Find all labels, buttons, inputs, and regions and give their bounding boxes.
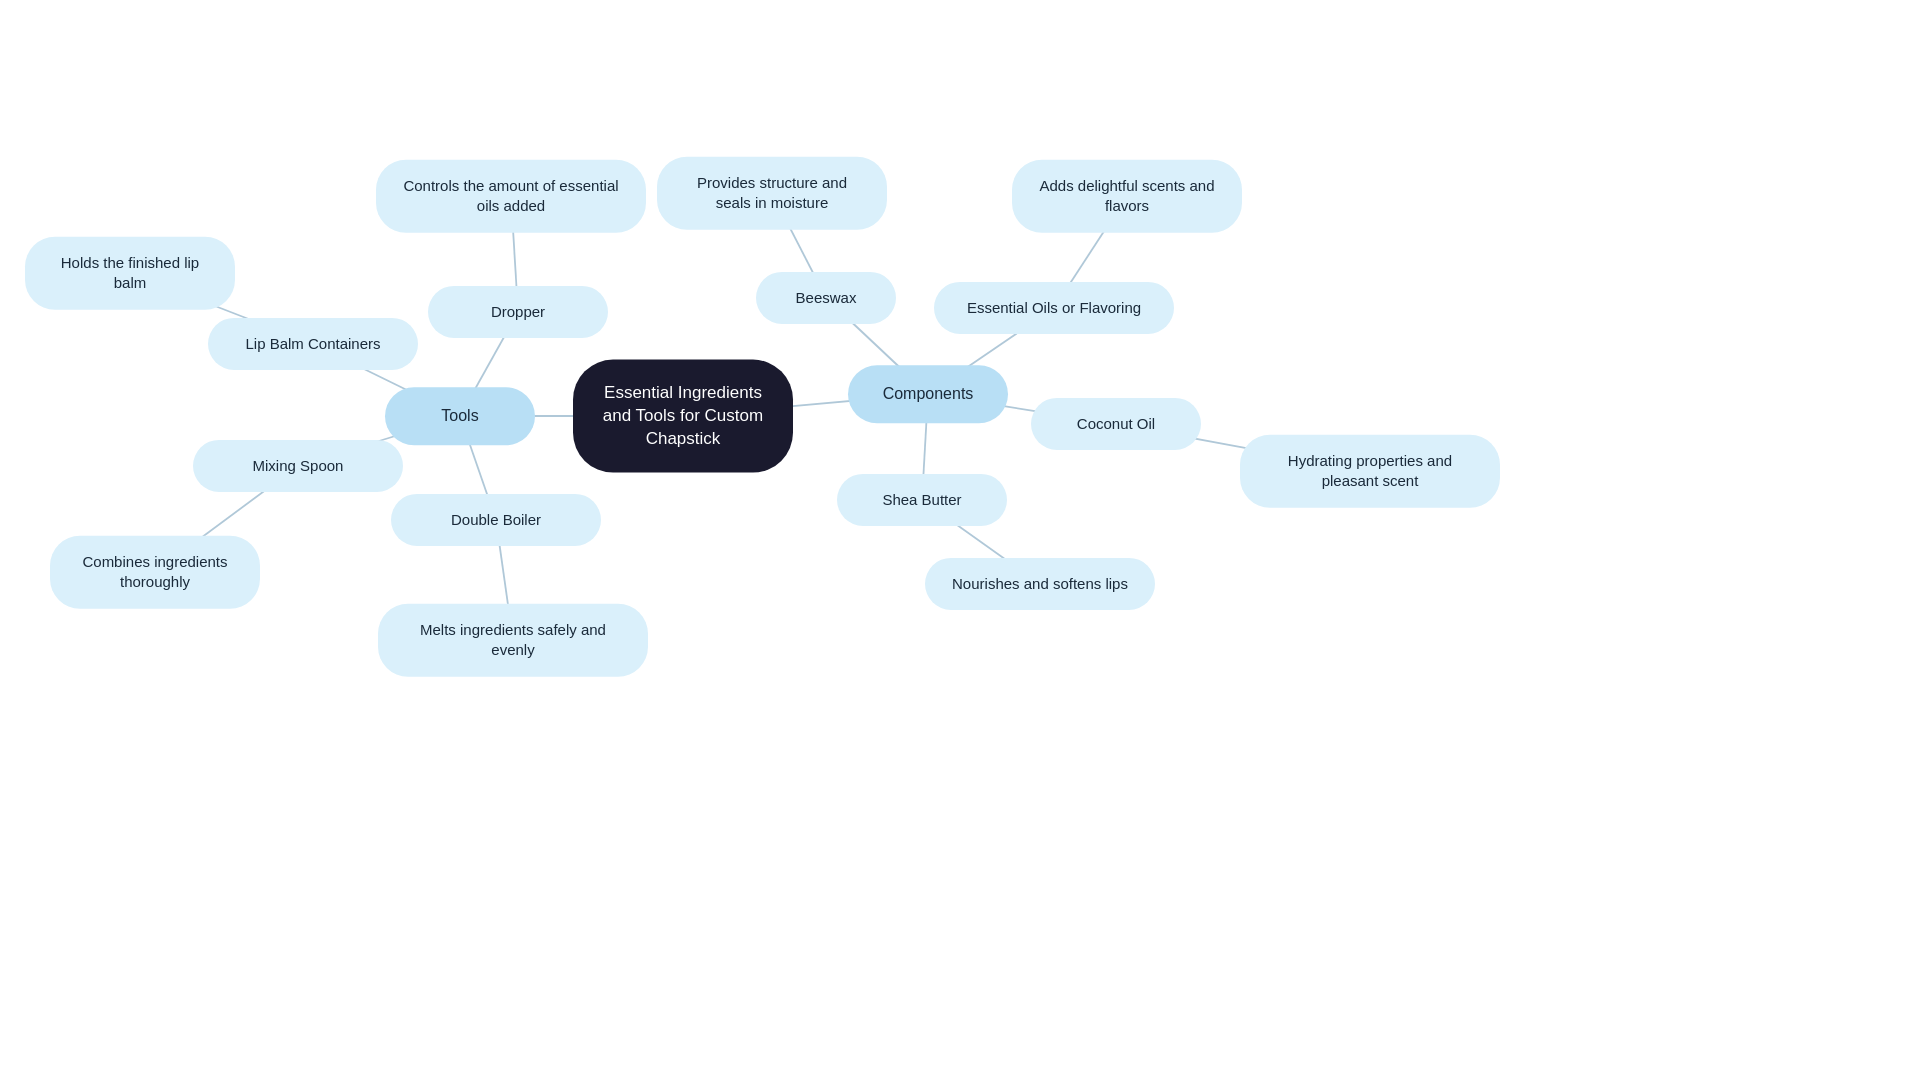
- mixing-spoon-label: Mixing Spoon: [253, 456, 344, 476]
- node-tools: Tools: [385, 387, 535, 445]
- node-beeswax: Beeswax: [756, 272, 896, 324]
- components-label: Components: [883, 383, 974, 405]
- coconut-oil-desc-label: Hydrating properties and pleasant scent: [1262, 451, 1478, 492]
- beeswax-desc-label: Provides structure and seals in moisture: [679, 173, 865, 214]
- node-melts-ingredients: Melts ingredients safely and evenly: [378, 604, 648, 677]
- node-beeswax-desc: Provides structure and seals in moisture: [657, 157, 887, 230]
- node-coconut-oil: Coconut Oil: [1031, 398, 1201, 450]
- coconut-oil-label: Coconut Oil: [1077, 414, 1155, 434]
- node-components: Components: [848, 365, 1008, 423]
- node-mixing-spoon: Mixing Spoon: [193, 440, 403, 492]
- dropper-desc-label: Controls the amount of essential oils ad…: [398, 176, 624, 217]
- center-label: Essential Ingredients and Tools for Cust…: [597, 382, 769, 451]
- essential-oils-label: Essential Oils or Flavoring: [967, 298, 1141, 318]
- beeswax-label: Beeswax: [796, 288, 857, 308]
- tools-label: Tools: [441, 405, 478, 427]
- dropper-label: Dropper: [491, 302, 545, 322]
- node-holds-lip-balm: Holds the finished lip balm: [25, 237, 235, 310]
- node-essential-oils-desc: Adds delightful scents and flavors: [1012, 160, 1242, 233]
- melts-ingredients-label: Melts ingredients safely and evenly: [400, 620, 626, 661]
- shea-butter-label: Shea Butter: [882, 490, 961, 510]
- holds-lip-balm-label: Holds the finished lip balm: [47, 253, 213, 294]
- nourishes-label: Nourishes and softens lips: [952, 574, 1128, 594]
- node-shea-butter: Shea Butter: [837, 474, 1007, 526]
- node-essential-oils: Essential Oils or Flavoring: [934, 282, 1174, 334]
- node-dropper: Dropper: [428, 286, 608, 338]
- node-lip-balm-containers: Lip Balm Containers: [208, 318, 418, 370]
- double-boiler-label: Double Boiler: [451, 510, 541, 530]
- node-double-boiler: Double Boiler: [391, 494, 601, 546]
- essential-oils-desc-label: Adds delightful scents and flavors: [1034, 176, 1220, 217]
- combines-ingredients-label: Combines ingredients thoroughly: [72, 552, 238, 593]
- lip-balm-containers-label: Lip Balm Containers: [245, 334, 380, 354]
- center-node: Essential Ingredients and Tools for Cust…: [573, 360, 793, 473]
- node-nourishes: Nourishes and softens lips: [925, 558, 1155, 610]
- node-combines-ingredients: Combines ingredients thoroughly: [50, 536, 260, 609]
- node-coconut-oil-desc: Hydrating properties and pleasant scent: [1240, 435, 1500, 508]
- node-dropper-desc: Controls the amount of essential oils ad…: [376, 160, 646, 233]
